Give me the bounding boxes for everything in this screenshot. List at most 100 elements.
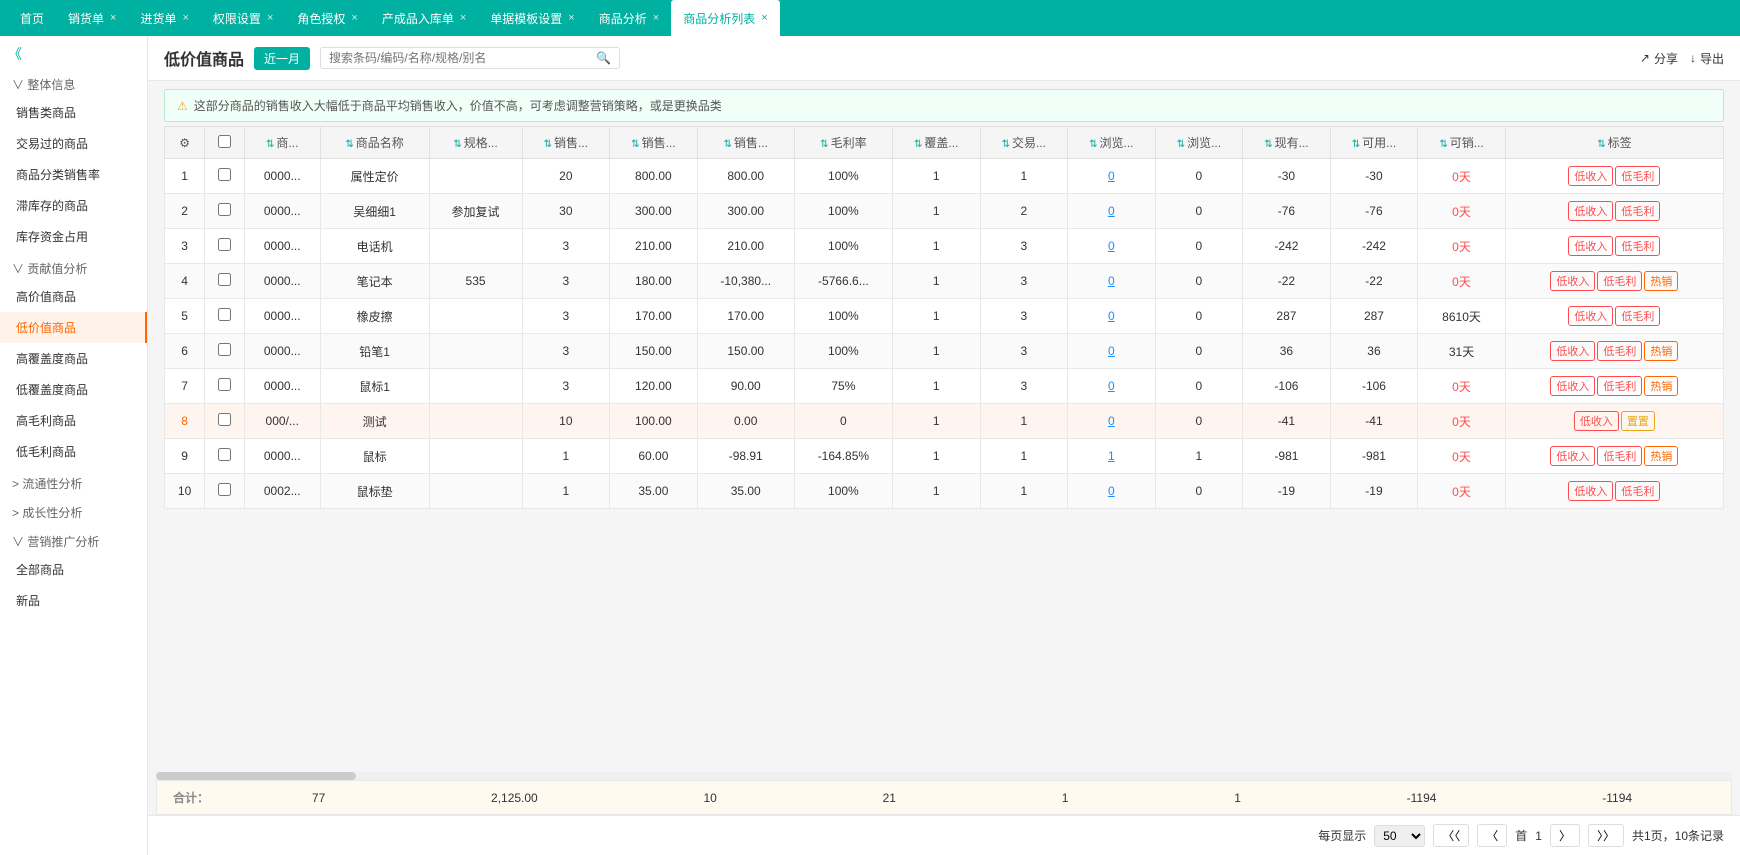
- sidebar-item-all-goods[interactable]: 全部商品: [0, 554, 147, 585]
- close-template-icon[interactable]: ×: [568, 12, 574, 24]
- sidebar-collapse-btn[interactable]: 《: [8, 44, 22, 64]
- col-coverage[interactable]: ⇅覆盖...: [892, 127, 980, 159]
- sidebar-item-high-margin[interactable]: 高毛利商品: [0, 405, 147, 436]
- browse-link[interactable]: 0: [1108, 344, 1115, 358]
- row-browse1[interactable]: 0: [1068, 194, 1156, 229]
- row-checkbox[interactable]: [218, 343, 231, 356]
- close-role-icon[interactable]: ×: [351, 12, 357, 24]
- col-code[interactable]: ⇅商...: [244, 127, 320, 159]
- sidebar-group-flow[interactable]: > 流通性分析: [0, 467, 147, 496]
- col-spec[interactable]: ⇅规格...: [429, 127, 522, 159]
- row-checkbox-cell[interactable]: [205, 334, 245, 369]
- col-checkbox[interactable]: [205, 127, 245, 159]
- row-browse1[interactable]: 0: [1068, 369, 1156, 404]
- browse-link[interactable]: 0: [1108, 379, 1115, 393]
- close-sales-icon[interactable]: ×: [110, 12, 116, 24]
- nav-goods-analysis[interactable]: 商品分析 ×: [587, 0, 671, 36]
- row-checkbox[interactable]: [218, 413, 231, 426]
- sidebar-item-low-margin[interactable]: 低毛利商品: [0, 436, 147, 467]
- row-checkbox-cell[interactable]: [205, 229, 245, 264]
- row-browse1[interactable]: 0: [1068, 159, 1156, 194]
- sidebar-group-growth[interactable]: > 成长性分析: [0, 496, 147, 525]
- row-browse1[interactable]: 0: [1068, 474, 1156, 509]
- search-icon[interactable]: 🔍: [596, 51, 611, 65]
- row-checkbox-cell[interactable]: [205, 404, 245, 439]
- browse-link[interactable]: 0: [1108, 309, 1115, 323]
- search-input[interactable]: [329, 51, 590, 65]
- row-checkbox[interactable]: [218, 203, 231, 216]
- sidebar-item-stagnant[interactable]: 滞库存的商品: [0, 190, 147, 221]
- nav-template[interactable]: 单据模板设置 ×: [478, 0, 586, 36]
- row-checkbox-cell[interactable]: [205, 264, 245, 299]
- sidebar-item-category-rate[interactable]: 商品分类销售率: [0, 159, 147, 190]
- browse-link[interactable]: 0: [1108, 414, 1115, 428]
- col-sales2[interactable]: ⇅销售...: [610, 127, 698, 159]
- sidebar-item-low-value[interactable]: 低价值商品: [0, 312, 147, 343]
- per-page-select[interactable]: 50 100 200: [1374, 825, 1425, 847]
- col-browse1[interactable]: ⇅浏览...: [1068, 127, 1156, 159]
- nav-goods-list[interactable]: 商品分析列表 ×: [671, 0, 779, 36]
- nav-home[interactable]: 首页: [8, 0, 56, 36]
- col-margin[interactable]: ⇅毛利率: [794, 127, 892, 159]
- sidebar-item-high-value[interactable]: 高价值商品: [0, 281, 147, 312]
- col-stock[interactable]: ⇅现有...: [1243, 127, 1331, 159]
- nav-sales[interactable]: 销货单 ×: [56, 0, 128, 36]
- sidebar-group-overall[interactable]: ∨ 整体信息: [0, 68, 147, 97]
- row-checkbox[interactable]: [218, 238, 231, 251]
- row-browse1[interactable]: 0: [1068, 264, 1156, 299]
- time-filter-button[interactable]: 近一月: [254, 47, 310, 70]
- row-checkbox[interactable]: [218, 483, 231, 496]
- browse-link[interactable]: 0: [1108, 204, 1115, 218]
- row-browse1[interactable]: 0: [1068, 229, 1156, 264]
- close-purchase-icon[interactable]: ×: [182, 12, 188, 24]
- browse-link[interactable]: 1: [1108, 449, 1115, 463]
- close-product-entry-icon[interactable]: ×: [460, 12, 466, 24]
- browse-link[interactable]: 0: [1108, 169, 1115, 183]
- export-button[interactable]: ↓ 导出: [1690, 50, 1724, 67]
- row-checkbox[interactable]: [218, 378, 231, 391]
- col-trade[interactable]: ⇅交易...: [980, 127, 1068, 159]
- col-sales1[interactable]: ⇅销售...: [522, 127, 610, 159]
- nav-role[interactable]: 角色授权 ×: [285, 0, 369, 36]
- sidebar-group-marketing[interactable]: ∨ 营销推广分析: [0, 525, 147, 554]
- row-checkbox[interactable]: [218, 308, 231, 321]
- first-page-btn[interactable]: 〈〈: [1433, 824, 1469, 847]
- select-all-checkbox[interactable]: [218, 135, 231, 148]
- col-available[interactable]: ⇅可用...: [1330, 127, 1418, 159]
- sidebar-item-traded[interactable]: 交易过的商品: [0, 128, 147, 159]
- row-checkbox-cell[interactable]: [205, 194, 245, 229]
- close-permission-icon[interactable]: ×: [267, 12, 273, 24]
- browse-link[interactable]: 0: [1108, 484, 1115, 498]
- col-settings[interactable]: ⚙: [165, 127, 205, 159]
- row-checkbox[interactable]: [218, 168, 231, 181]
- row-checkbox-cell[interactable]: [205, 474, 245, 509]
- row-browse1[interactable]: 0: [1068, 404, 1156, 439]
- col-sellable[interactable]: ⇅可销...: [1418, 127, 1506, 159]
- sidebar-item-sales-goods[interactable]: 销售类商品: [0, 97, 147, 128]
- sidebar-item-low-coverage[interactable]: 低覆盖度商品: [0, 374, 147, 405]
- table-wrapper[interactable]: ⚙ ⇅商... ⇅商品名称 ⇅规格... ⇅销售... ⇅销售... ⇅销售..…: [156, 126, 1732, 772]
- close-goods-list-icon[interactable]: ×: [761, 12, 767, 24]
- row-checkbox-cell[interactable]: [205, 369, 245, 404]
- col-browse2[interactable]: ⇅浏览...: [1155, 127, 1243, 159]
- browse-link[interactable]: 0: [1108, 239, 1115, 253]
- row-browse1[interactable]: 0: [1068, 334, 1156, 369]
- nav-product-entry[interactable]: 产成品入库单 ×: [370, 0, 478, 36]
- row-checkbox-cell[interactable]: [205, 439, 245, 474]
- row-checkbox[interactable]: [218, 273, 231, 286]
- row-browse1[interactable]: 1: [1068, 439, 1156, 474]
- sidebar-group-contribution[interactable]: ∨ 贡献值分析: [0, 252, 147, 281]
- sidebar-item-new-goods[interactable]: 新品: [0, 585, 147, 616]
- nav-purchase[interactable]: 进货单 ×: [128, 0, 200, 36]
- last-page-btn[interactable]: 〉〉: [1588, 824, 1624, 847]
- col-tags[interactable]: ⇅标签: [1505, 127, 1723, 159]
- nav-permission[interactable]: 权限设置 ×: [201, 0, 285, 36]
- row-browse1[interactable]: 0: [1068, 299, 1156, 334]
- row-checkbox-cell[interactable]: [205, 159, 245, 194]
- row-checkbox-cell[interactable]: [205, 299, 245, 334]
- row-checkbox[interactable]: [218, 448, 231, 461]
- sidebar-item-capital[interactable]: 库存资金占用: [0, 221, 147, 252]
- close-goods-icon[interactable]: ×: [653, 12, 659, 24]
- scroll-thumb[interactable]: [156, 772, 356, 780]
- next-page-btn[interactable]: 〉: [1550, 824, 1580, 847]
